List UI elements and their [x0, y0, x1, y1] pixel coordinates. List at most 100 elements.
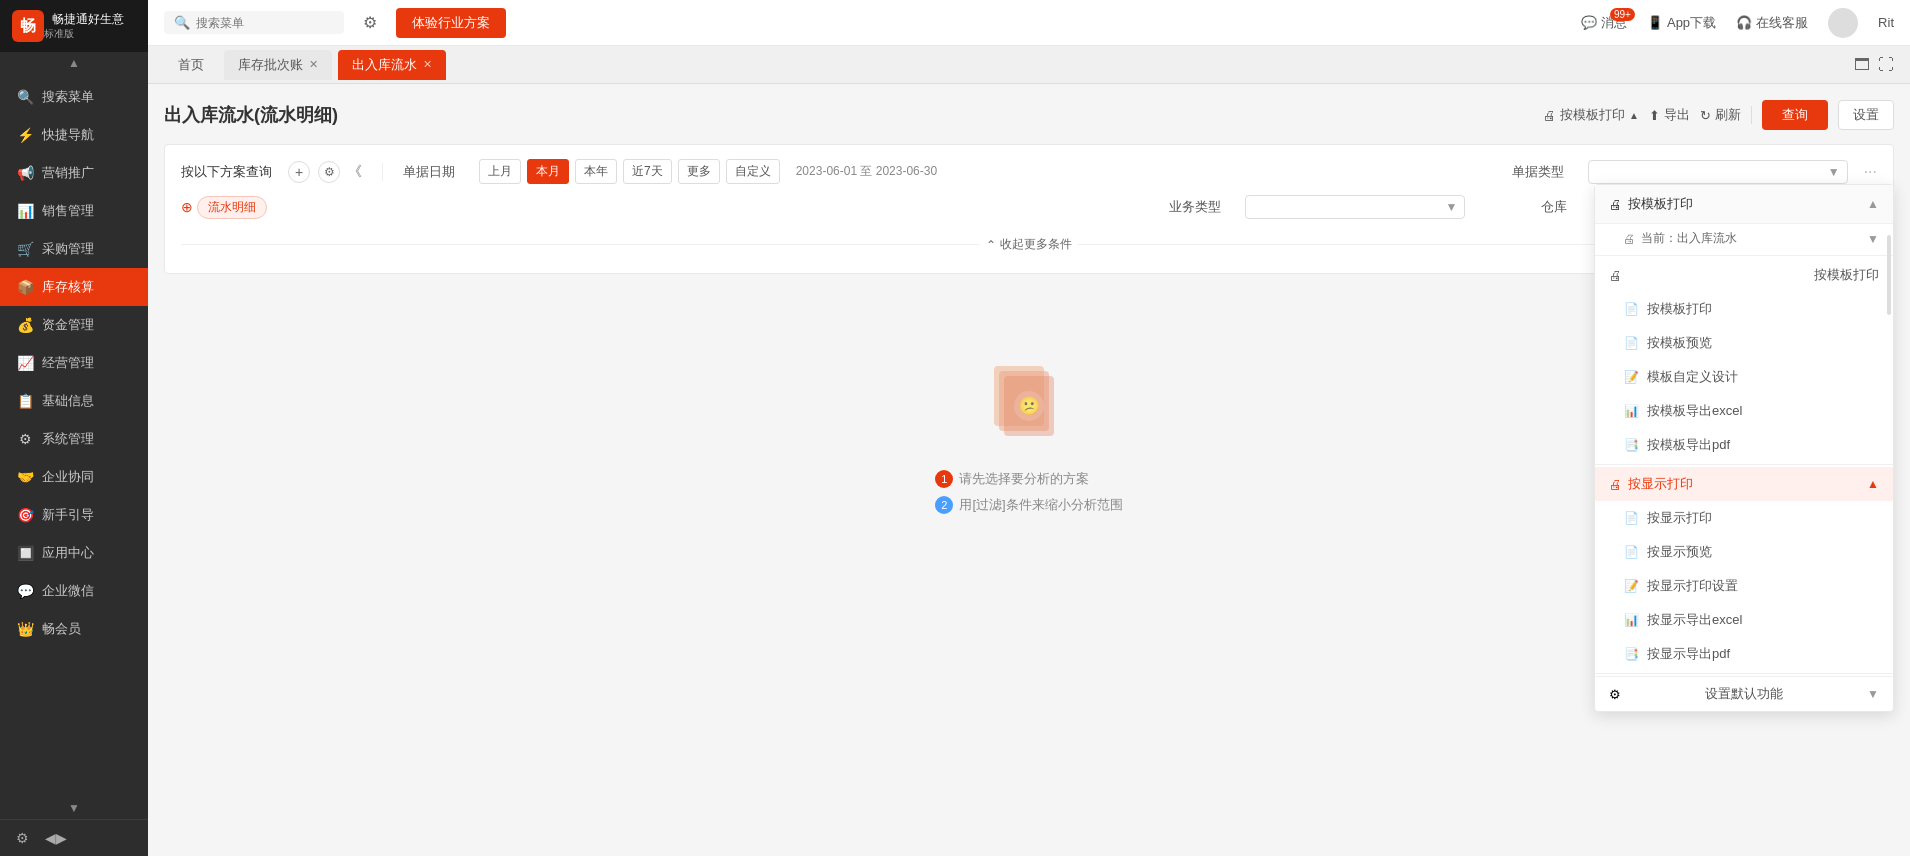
dropdown-close-chevron[interactable]: ▲ — [1867, 197, 1879, 211]
online-service-btn[interactable]: 🎧 在线客服 — [1736, 14, 1808, 32]
dropdown-item-template-design[interactable]: 📝 模板自定义设计 — [1595, 360, 1893, 394]
dropdown-item-display-excel[interactable]: 📊 按显示导出excel — [1595, 603, 1893, 637]
filter-collapse-btn[interactable]: 《 — [348, 163, 362, 181]
sidebar-item-operations[interactable]: 📈 经营管理 — [0, 344, 148, 382]
refresh-btn[interactable]: ↻ 刷新 — [1700, 106, 1741, 124]
sidebar-header: 畅 畅捷通好生意 标准版 — [0, 0, 148, 52]
sidebar-item-weixin[interactable]: 💬 企业微信 — [0, 572, 148, 610]
export-icon: ⬆ — [1649, 108, 1660, 123]
tab-inventory-batch-label: 库存批次账 — [238, 56, 303, 74]
tab-inventory-batch[interactable]: 库存批次账 ✕ — [224, 50, 332, 80]
date-btn-5[interactable]: 自定义 — [726, 159, 780, 184]
current-template-icon: 🖨 — [1623, 232, 1635, 246]
sidebar-scroll-up[interactable]: ▲ — [66, 54, 82, 72]
dropdown-item-template-print[interactable]: 📄 按模板打印 — [1595, 292, 1893, 326]
date-btn-1[interactable]: 本月 — [527, 159, 569, 184]
dropdown-footer[interactable]: ⚙ 设置默认功能 ▼ — [1595, 676, 1893, 711]
settings-gear-icon[interactable]: ⚙ — [16, 830, 29, 846]
page-title: 出入库流水(流水明细) — [164, 103, 338, 127]
bill-type-more-icon[interactable]: ··· — [1864, 163, 1877, 181]
sidebar-item-quick-nav[interactable]: ⚡ 快捷导航 — [0, 116, 148, 154]
tab-restore-icon[interactable]: 🗖 — [1854, 56, 1870, 74]
topbar-right: 💬 消息 99+ 📱 App下载 🎧 在线客服 Rit — [1581, 8, 1894, 38]
doc-icon-2: 📄 — [1623, 335, 1639, 351]
dropdown-item-display-print[interactable]: 📄 按显示打印 — [1595, 501, 1893, 535]
sidebar-item-system[interactable]: ⚙ 系统管理 — [0, 420, 148, 458]
business-type-select[interactable] — [1245, 195, 1465, 219]
sidebar-item-vip[interactable]: 👑 畅会员 — [0, 610, 148, 648]
dropdown-item-template-pdf[interactable]: 📑 按模板导出pdf — [1595, 428, 1893, 462]
date-btn-3[interactable]: 近7天 — [623, 159, 672, 184]
display-section-header[interactable]: 🖨 按显示打印 ▲ — [1595, 467, 1893, 501]
sidebar-item-marketing[interactable]: 📢 营销推广 — [0, 154, 148, 192]
tab-inventory-flow[interactable]: 出入库流水 ✕ — [338, 50, 446, 80]
dropdown-title: 🖨 按模板打印 — [1609, 195, 1693, 213]
sidebar-item-label-vip: 畅会员 — [42, 620, 81, 638]
filter-separator-left — [181, 244, 980, 245]
sidebar-collapse-icon[interactable]: ◀▶ — [45, 830, 67, 846]
app-download-btn[interactable]: 📱 App下载 — [1647, 14, 1716, 32]
tab-inventory-batch-close-icon[interactable]: ✕ — [309, 58, 318, 71]
collapse-more-btn[interactable]: ⌃ 收起更多条件 — [980, 230, 1078, 259]
display-section-chevron[interactable]: ▲ — [1867, 477, 1879, 491]
topbar-search-box[interactable]: 🔍 — [164, 11, 344, 34]
bill-type-select[interactable] — [1588, 160, 1848, 184]
sidebar-item-enterprise[interactable]: 🤝 企业协同 — [0, 458, 148, 496]
print-template-btn[interactable]: 🖨 按模板打印 ▲ — [1543, 106, 1639, 124]
dropdown-item-template-preview[interactable]: 📄 按模板预览 — [1595, 326, 1893, 360]
operations-icon: 📈 — [16, 354, 34, 372]
dropdown-item-display-preview[interactable]: 📄 按显示预览 — [1595, 535, 1893, 569]
enterprise-icon: 🤝 — [16, 468, 34, 486]
dropdown-item-template-excel[interactable]: 📊 按模板导出excel — [1595, 394, 1893, 428]
trial-button[interactable]: 体验行业方案 — [396, 8, 506, 38]
date-btn-4[interactable]: 更多 — [678, 159, 720, 184]
sidebar-item-purchase[interactable]: 🛒 采购管理 — [0, 230, 148, 268]
sidebar-item-label-enterprise: 企业协同 — [42, 468, 94, 486]
headset-icon: 🎧 — [1736, 15, 1752, 30]
excel-icon-1: 📊 — [1623, 403, 1639, 419]
empty-state-icon: 😕 — [979, 346, 1079, 446]
topbar-settings-icon[interactable]: ⚙ — [356, 9, 384, 37]
date-btn-0[interactable]: 上月 — [479, 159, 521, 184]
filter-setting-btn[interactable]: ⚙ — [318, 161, 340, 183]
sidebar-item-guide[interactable]: 🎯 新手引导 — [0, 496, 148, 534]
flow-detail-tag[interactable]: 流水明细 — [197, 196, 267, 219]
sidebar-item-basic-info[interactable]: 📋 基础信息 — [0, 382, 148, 420]
tab-inventory-flow-close-icon[interactable]: ✕ — [423, 58, 432, 71]
sidebar-scroll-down[interactable]: ▼ — [66, 799, 82, 817]
excel-icon-2: 📊 — [1623, 612, 1639, 628]
dropdown-current-template[interactable]: 🖨 当前：出入库流水 ▼ — [1595, 224, 1893, 253]
pdf-icon-2: 📑 — [1623, 646, 1639, 662]
sidebar-item-inventory[interactable]: 📦 库存核算 — [0, 268, 148, 306]
search-input[interactable] — [196, 16, 316, 30]
filter-add-btn[interactable]: + — [288, 161, 310, 183]
date-btn-2[interactable]: 本年 — [575, 159, 617, 184]
sidebar-item-search[interactable]: 🔍 搜索菜单 — [0, 78, 148, 116]
export-btn[interactable]: ⬆ 导出 — [1649, 106, 1690, 124]
online-service-label: 在线客服 — [1756, 14, 1808, 32]
print-dropdown-panel: 🖨 按模板打印 ▲ 🖨 当前：出入库流水 ▼ 🖨 按模板打印 📄 按模板打印 — [1594, 184, 1894, 712]
doc-icon-d1: 📄 — [1623, 510, 1639, 526]
tab-maximize-icon[interactable]: ⛶ — [1878, 56, 1894, 74]
user-avatar[interactable] — [1828, 8, 1858, 38]
dropdown-header: 🖨 按模板打印 ▲ — [1595, 185, 1893, 224]
dropdown-item-display-pdf[interactable]: 📑 按显示导出pdf — [1595, 637, 1893, 671]
sidebar-item-finance[interactable]: 💰 资金管理 — [0, 306, 148, 344]
basic-info-icon: 📋 — [16, 392, 34, 410]
sidebar-item-sales[interactable]: 📊 销售管理 — [0, 192, 148, 230]
svg-text:😕: 😕 — [1018, 395, 1041, 417]
date-range-display: 2023-06-01 至 2023-06-30 — [796, 163, 937, 180]
message-btn[interactable]: 💬 消息 99+ — [1581, 14, 1627, 32]
setting-button[interactable]: 设置 — [1838, 100, 1894, 130]
tabbar-right: 🗖 ⛶ — [1854, 56, 1894, 74]
sidebar-item-label-purchase: 采购管理 — [42, 240, 94, 258]
template-section-header[interactable]: 🖨 按模板打印 — [1595, 258, 1893, 292]
username-label[interactable]: Rit — [1878, 15, 1894, 30]
tab-home[interactable]: 首页 — [164, 50, 218, 80]
display-section-icon: 🖨 — [1609, 477, 1622, 492]
query-button[interactable]: 查询 — [1762, 100, 1828, 130]
sidebar-item-app-center[interactable]: 🔲 应用中心 — [0, 534, 148, 572]
dropdown-scrollbar[interactable] — [1887, 235, 1891, 315]
dropdown-item-display-settings[interactable]: 📝 按显示打印设置 — [1595, 569, 1893, 603]
system-icon: ⚙ — [16, 430, 34, 448]
